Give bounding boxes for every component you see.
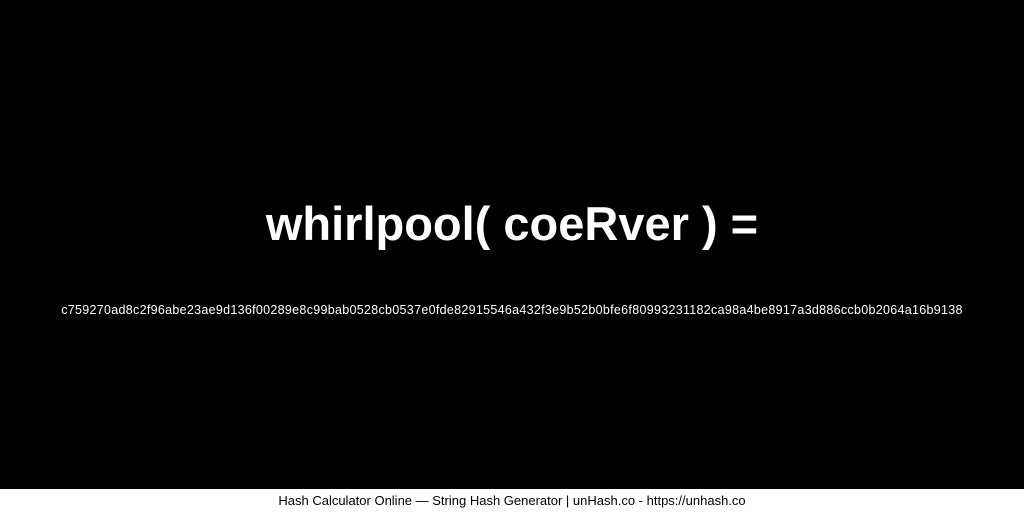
hash-value: c759270ad8c2f96abe23ae9d136f00289e8c99ba… bbox=[61, 303, 963, 317]
footer: Hash Calculator Online — String Hash Gen… bbox=[0, 489, 1024, 512]
main-content: whirlpool( coeRver ) = c759270ad8c2f96ab… bbox=[0, 0, 1024, 512]
hash-expression: whirlpool( coeRver ) = bbox=[266, 196, 758, 251]
footer-text: Hash Calculator Online — String Hash Gen… bbox=[278, 493, 745, 508]
